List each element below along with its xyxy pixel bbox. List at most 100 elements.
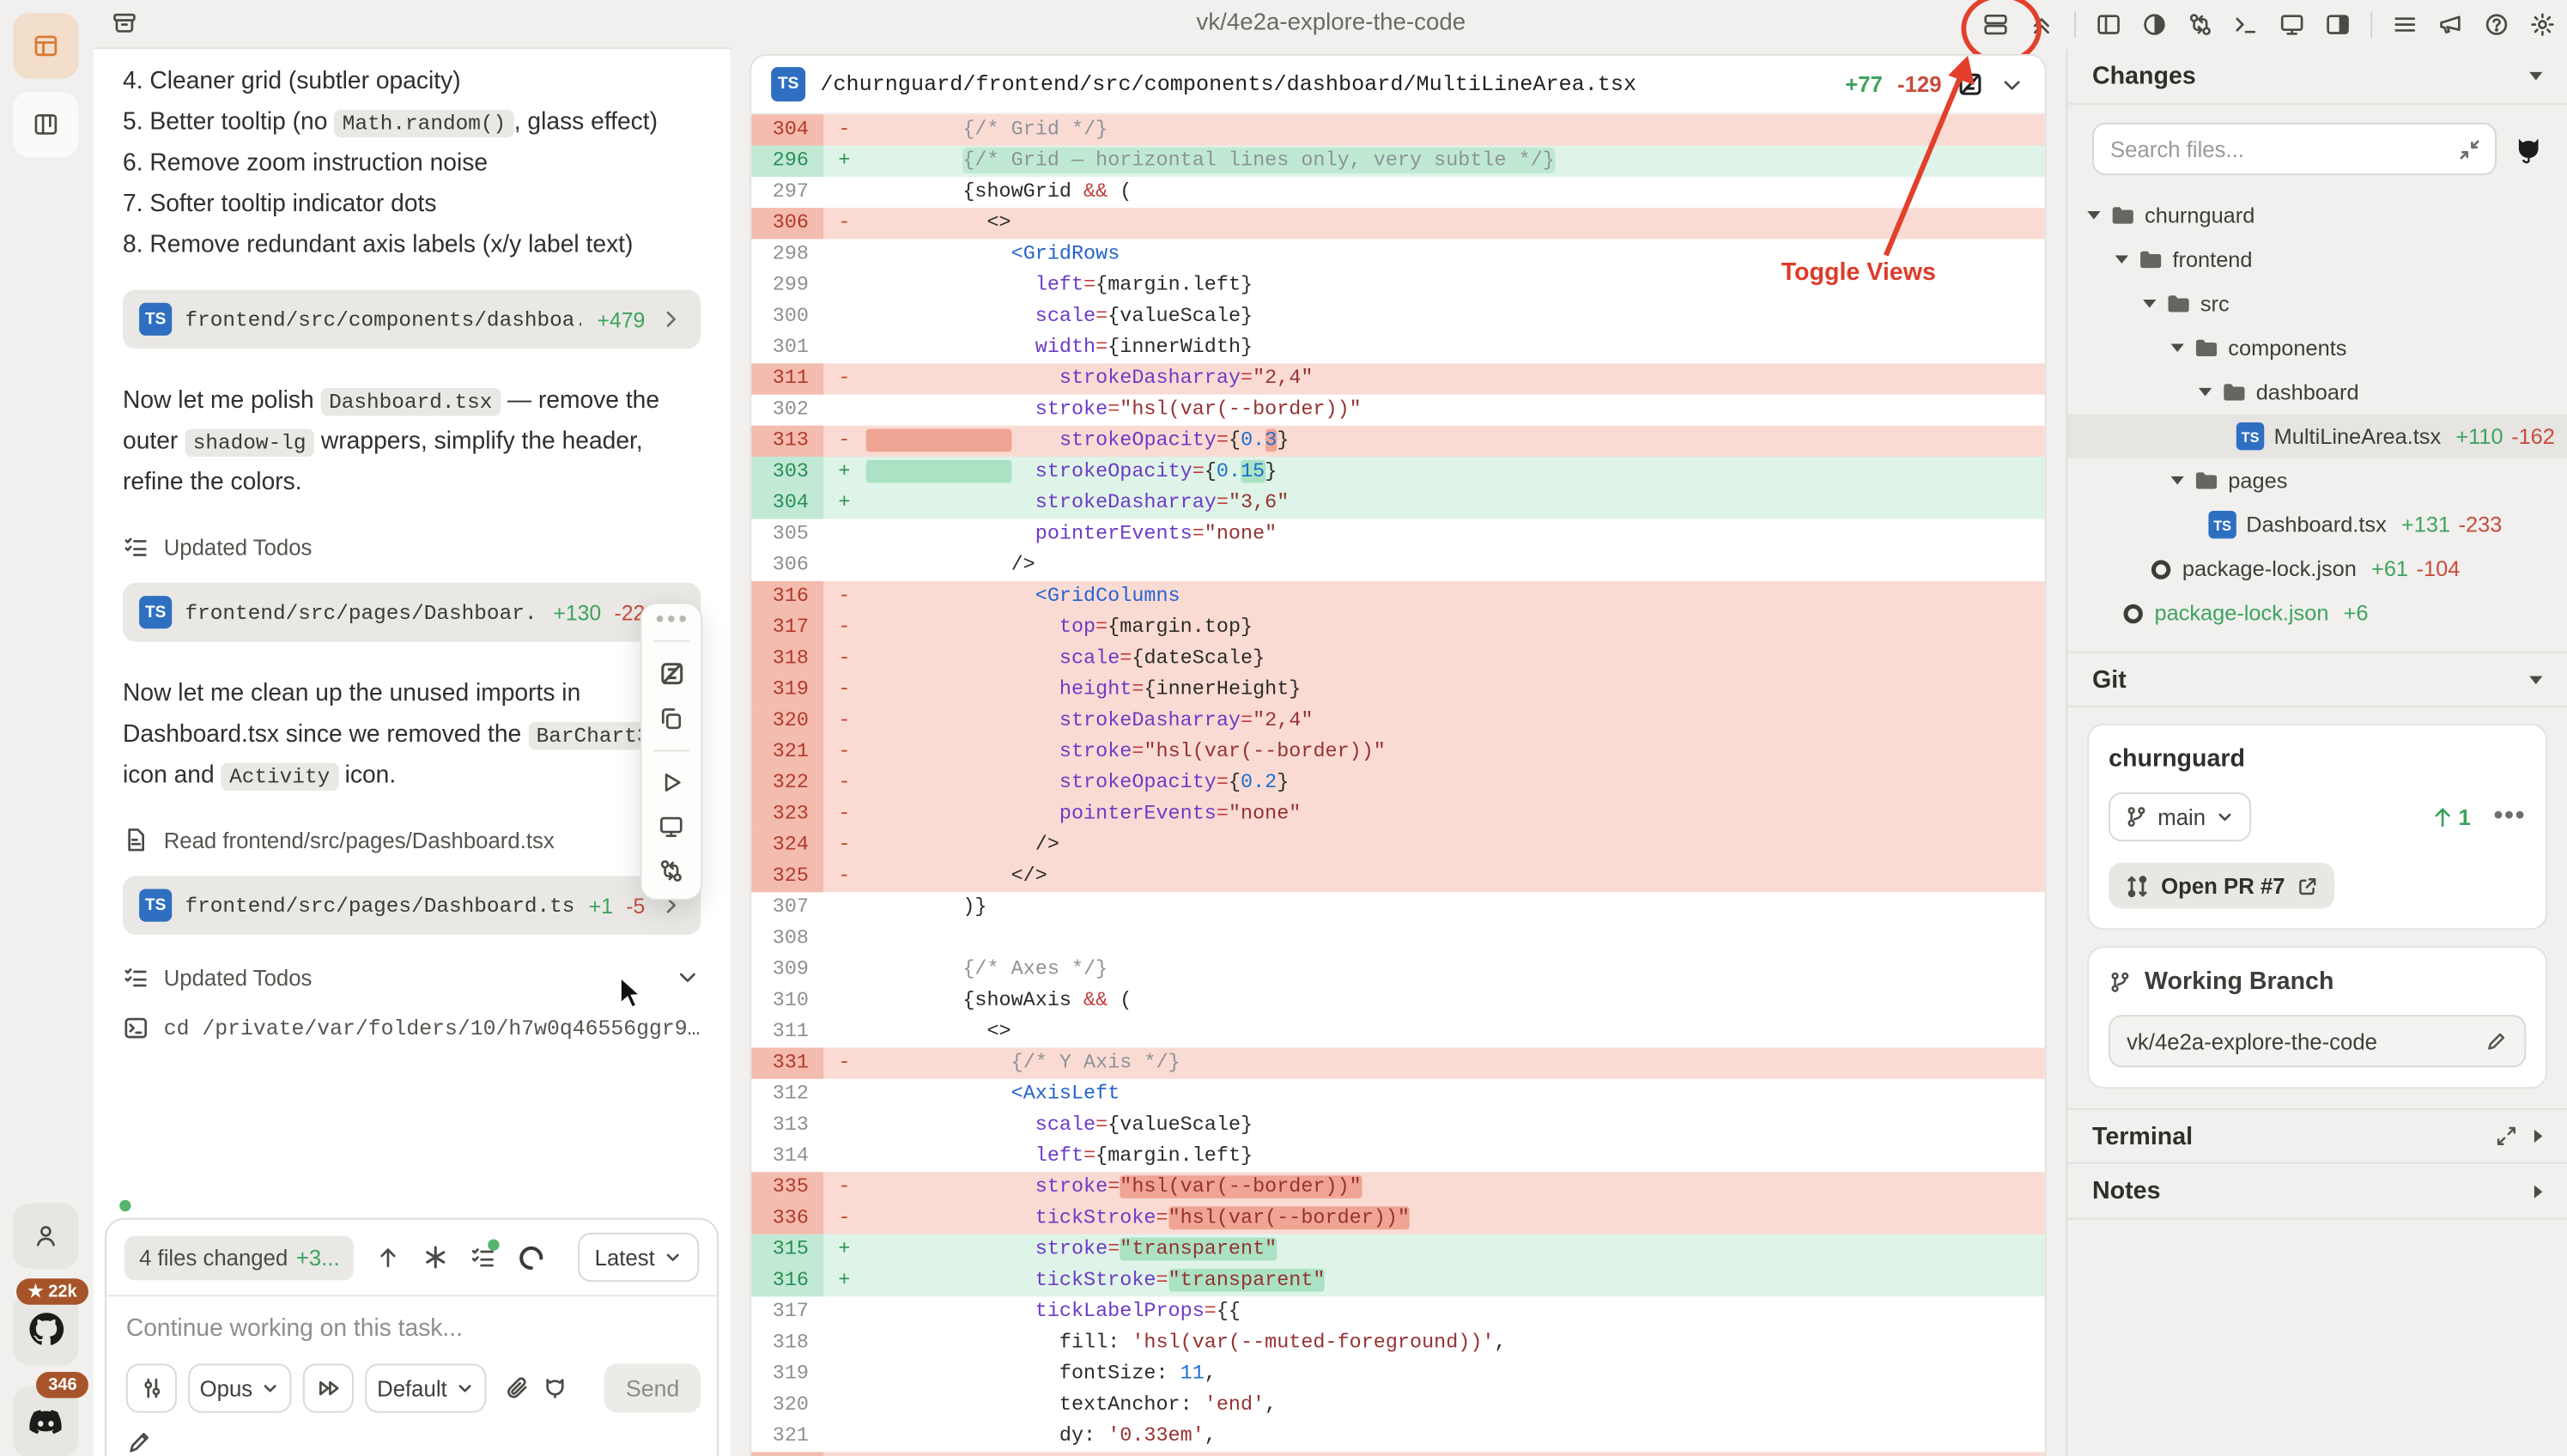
diff-row[interactable]: 312 <AxisLeft: [751, 1079, 2044, 1110]
message-input[interactable]: Continue working on this task...: [106, 1296, 717, 1342]
search-files-input[interactable]: Search files...: [2092, 123, 2497, 175]
github-button[interactable]: ★ 22k: [13, 1293, 78, 1365]
play-icon[interactable]: [658, 769, 685, 796]
tree-file-package-lock.json[interactable]: package-lock.json+6: [2067, 591, 2567, 634]
panel-right-icon[interactable]: [2325, 11, 2352, 38]
spark-icon[interactable]: [423, 1244, 450, 1271]
copy-icon[interactable]: [658, 706, 685, 732]
diff-row[interactable]: 321 dy: '0.33em',: [751, 1421, 2044, 1452]
tree-file-package-lock.json[interactable]: package-lock.json+61-104: [2067, 547, 2567, 591]
files-changed-chip[interactable]: 4 files changed+3...: [124, 1235, 355, 1279]
pen-icon[interactable]: [126, 1429, 153, 1456]
expand-icon[interactable]: [2495, 1125, 2518, 1148]
discord-button[interactable]: 346: [13, 1386, 78, 1456]
diff-row[interactable]: 313- strokeOpacity={0.3}: [751, 426, 2044, 457]
attach-icon[interactable]: [504, 1375, 531, 1402]
tree-folder-pages[interactable]: pages: [2067, 458, 2567, 502]
diff-row[interactable]: 342- dx: -4,: [751, 1452, 2044, 1456]
tree-folder-dashboard[interactable]: dashboard: [2067, 370, 2567, 414]
terminal-icon[interactable]: [2233, 11, 2260, 38]
diff-row[interactable]: 313 scale={valueScale}: [751, 1110, 2044, 1141]
diff-row[interactable]: 320 textAnchor: 'end',: [751, 1390, 2044, 1421]
diff-row[interactable]: 306 />: [751, 550, 2044, 581]
file-change-chip[interactable]: TSfrontend/src/pages/Dashboard.tsx+1-5: [123, 876, 701, 935]
read-file-row[interactable]: Read frontend/src/pages/Dashboard.tsx: [123, 827, 701, 853]
git-compare-icon[interactable]: [658, 858, 685, 884]
diff-row[interactable]: 301 width={innerWidth}: [751, 332, 2044, 363]
diff-row[interactable]: 320- strokeDasharray="2,4": [751, 706, 2044, 737]
diff-row[interactable]: 318- scale={dateScale}: [751, 643, 2044, 674]
tree-folder-churnguard[interactable]: churnguard: [2067, 193, 2567, 237]
diff-row[interactable]: 305 pointerEvents="none": [751, 519, 2044, 549]
open-pr-button[interactable]: Open PR #7: [2109, 863, 2334, 908]
more-options-button[interactable]: •••: [2494, 802, 2527, 831]
diff-row[interactable]: 317- top={margin.top}: [751, 612, 2044, 643]
diff-row[interactable]: 311- strokeDasharray="2,4": [751, 363, 2044, 394]
diff-row[interactable]: 296+ {/* Grid — horizontal lines only, v…: [751, 146, 2044, 177]
changes-section-header[interactable]: Changes: [2067, 49, 2567, 105]
archive-icon[interactable]: [112, 9, 138, 36]
tree-folder-src[interactable]: src: [2067, 282, 2567, 325]
diff-row[interactable]: 306- <>: [751, 208, 2044, 239]
updated-todos-row[interactable]: Updated Todos: [123, 534, 701, 561]
diff-row[interactable]: 300 scale={valueScale}: [751, 301, 2044, 332]
version-dropdown[interactable]: Latest: [579, 1233, 700, 1282]
todos-icon[interactable]: [470, 1244, 497, 1271]
chevron-down-icon[interactable]: [675, 964, 701, 991]
diff-row[interactable]: 336- tickStroke="hsl(var(--border))": [751, 1204, 2044, 1235]
diff-row[interactable]: 322- strokeOpacity={0.2}: [751, 767, 2044, 798]
diff-row[interactable]: 310 {showAxis && (: [751, 986, 2044, 1016]
layout-view-button[interactable]: [13, 13, 78, 78]
diff-row[interactable]: 317 tickLabelProps={{: [751, 1296, 2044, 1327]
diff-row[interactable]: 311 <>: [751, 1016, 2044, 1047]
send-button[interactable]: Send: [604, 1363, 701, 1412]
fast-forward-button[interactable]: [303, 1363, 354, 1412]
terminal-section-header[interactable]: Terminal: [2067, 1108, 2567, 1164]
diff-row[interactable]: 297 {showGrid && (: [751, 177, 2044, 208]
diff-row[interactable]: 318 fill: 'hsl(var(--muted-foreground))'…: [751, 1327, 2044, 1358]
diff-row[interactable]: 304+ strokeDasharray="3,6": [751, 488, 2044, 519]
pencil-icon[interactable]: [2485, 1029, 2509, 1053]
diff-row[interactable]: 314 left={margin.left}: [751, 1141, 2044, 1172]
chevron-down-icon[interactable]: [1999, 71, 2025, 98]
diff-row[interactable]: 309 {/* Axes */}: [751, 955, 2044, 986]
diff-row[interactable]: 304- {/* Grid */}: [751, 114, 2044, 145]
tree-folder-frontend[interactable]: frontend: [2067, 238, 2567, 282]
branch-dropdown[interactable]: main: [2109, 792, 2251, 841]
file-change-chip[interactable]: TSfrontend/src/pages/Dashboar...+130-22: [123, 583, 701, 642]
gear-icon[interactable]: [2529, 11, 2556, 38]
diff-row[interactable]: 316- <GridColumns: [751, 581, 2044, 612]
updated-todos-row[interactable]: Updated Todos: [123, 964, 701, 991]
model-dropdown[interactable]: Opus: [188, 1363, 292, 1412]
diff-row[interactable]: 321- stroke="hsl(var(--border))": [751, 737, 2044, 767]
kanban-view-button[interactable]: [13, 92, 78, 157]
file-change-chip[interactable]: TSfrontend/src/components/dashboa...+479: [123, 290, 701, 349]
collapse-icon[interactable]: [2457, 137, 2482, 162]
diff-row[interactable]: 324- />: [751, 830, 2044, 861]
diff-row[interactable]: 323- pointerEvents="none": [751, 799, 2044, 830]
prompt-icon[interactable]: [658, 659, 685, 687]
tree-folder-components[interactable]: components: [2067, 325, 2567, 369]
help-icon[interactable]: [2484, 11, 2510, 38]
diff-row[interactable]: 316+ tickStroke="transparent": [751, 1265, 2044, 1296]
diff-row[interactable]: 335- stroke="hsl(var(--border))": [751, 1172, 2044, 1203]
settings-sliders-button[interactable]: [126, 1363, 177, 1412]
diff-row[interactable]: 302 stroke="hsl(var(--border))": [751, 395, 2044, 426]
push-count[interactable]: 1: [2429, 804, 2471, 830]
git-compare-icon[interactable]: [2188, 11, 2214, 38]
menu-icon[interactable]: [2392, 11, 2418, 38]
diff-row[interactable]: 315+ stroke="transparent": [751, 1235, 2044, 1265]
contrast-icon[interactable]: [2141, 11, 2168, 38]
diff-row[interactable]: 325- </>: [751, 861, 2044, 892]
diff-row[interactable]: 308: [751, 923, 2044, 954]
tree-file-MultiLineArea.tsx[interactable]: TSMultiLineArea.tsx+110-162: [2067, 414, 2567, 458]
cat-icon[interactable]: [2513, 133, 2544, 164]
arrow-up-icon[interactable]: [376, 1244, 403, 1271]
inline-diff-toggle-icon[interactable]: [1957, 70, 1984, 98]
diff-row[interactable]: 303+ strokeOpacity={0.15}: [751, 457, 2044, 488]
diff-row[interactable]: 307 )}: [751, 892, 2044, 923]
cat-icon[interactable]: [542, 1375, 568, 1402]
notes-section-header[interactable]: Notes: [2067, 1164, 2567, 1220]
panel-left-icon[interactable]: [2096, 11, 2122, 38]
terminal-command-row[interactable]: cd /private/var/folders/10/h7w0q46556ggr…: [123, 1015, 701, 1041]
